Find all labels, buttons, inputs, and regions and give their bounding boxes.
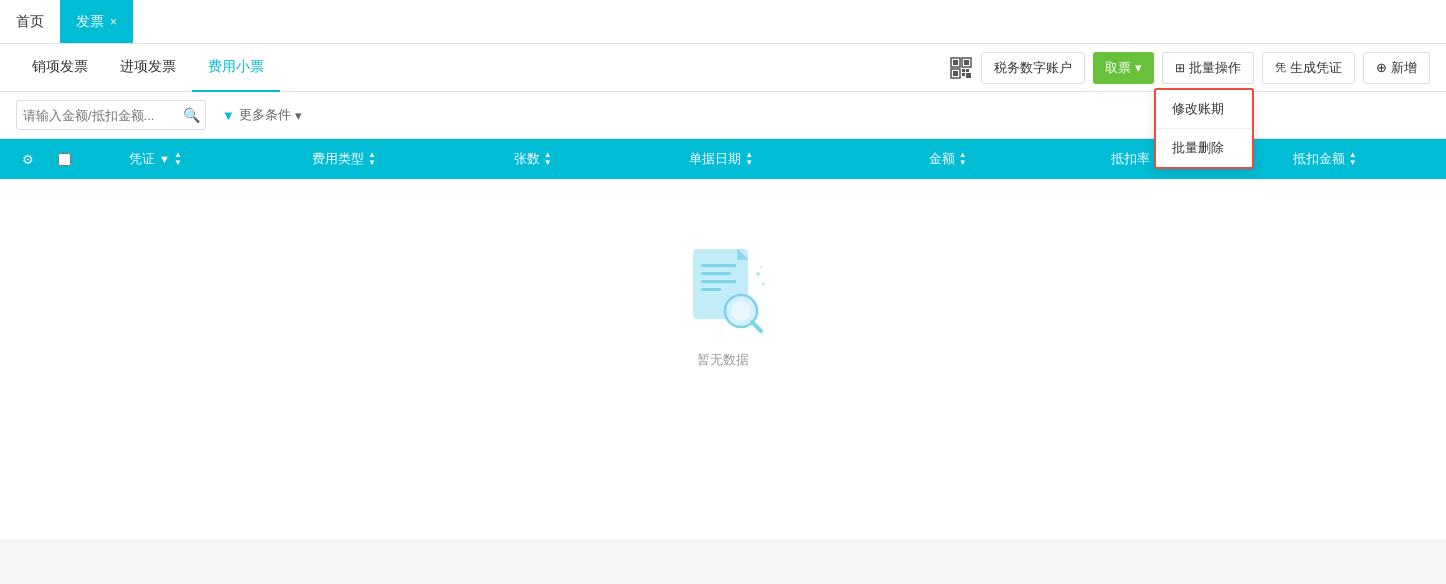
fetch-ticket-arrow-icon: ▾: [1135, 60, 1142, 75]
batch-op-button[interactable]: ⊞ 批量操作: [1162, 52, 1254, 84]
th-gear[interactable]: ⚙: [8, 152, 48, 167]
search-input[interactable]: [23, 108, 183, 123]
batch-op-icon: ⊞: [1175, 61, 1185, 75]
plus-icon: ⊕: [1376, 60, 1387, 75]
sort-voucher-icon[interactable]: ▲▼: [174, 151, 182, 167]
tax-account-button[interactable]: 税务数字账户: [981, 52, 1085, 84]
generate-voucher-button[interactable]: 凭 生成凭证: [1262, 52, 1355, 84]
sort-date-icon[interactable]: ▲▼: [745, 151, 753, 167]
qr-icon[interactable]: [949, 56, 973, 80]
svg-rect-11: [701, 264, 736, 267]
voucher-icon: 凭: [1275, 60, 1286, 75]
filter-arrow-icon: ▾: [295, 108, 302, 123]
th-expense-type: 费用类型 ▲▼: [231, 150, 457, 168]
svg-rect-9: [966, 73, 971, 78]
th-date: 单据日期 ▲▼: [608, 150, 834, 168]
sales-invoice-tab[interactable]: 销项发票: [16, 44, 104, 92]
top-nav: 首页 发票 ×: [0, 0, 1446, 44]
modify-period-item[interactable]: 修改账期: [1156, 90, 1252, 128]
expense-ticket-tab[interactable]: 费用小票: [192, 44, 280, 92]
content-area: ⚙ 凭证 ▼ ▲▼ 费用类型 ▲▼ 张数 ▲▼ 单据日期 ▲▼ 金额 ▲▼ 抵扣…: [0, 139, 1446, 539]
gear-icon[interactable]: ⚙: [22, 152, 34, 167]
svg-rect-13: [701, 280, 736, 283]
close-icon[interactable]: ×: [110, 15, 117, 29]
invoice-tab[interactable]: 发票 ×: [60, 0, 133, 43]
sub-nav-left: 销项发票 进项发票 费用小票: [16, 44, 280, 92]
svg-point-16: [731, 301, 751, 321]
search-icon[interactable]: 🔍: [183, 107, 200, 123]
th-checkbox[interactable]: [48, 153, 80, 166]
select-all-checkbox[interactable]: [58, 153, 71, 166]
sort-amount-icon[interactable]: ▲▼: [959, 151, 967, 167]
purchase-invoice-tab[interactable]: 进项发票: [104, 44, 192, 92]
svg-point-20: [760, 266, 762, 268]
filter-voucher-icon[interactable]: ▼: [159, 153, 170, 165]
svg-rect-5: [953, 71, 958, 76]
empty-text: 暂无数据: [697, 351, 749, 369]
sort-deduct-icon[interactable]: ▲▼: [1349, 151, 1357, 167]
sort-expense-icon[interactable]: ▲▼: [368, 151, 376, 167]
filter-icon: ▼: [222, 108, 235, 123]
search-box[interactable]: 🔍: [16, 100, 206, 130]
sub-nav-right: 税务数字账户 取票 ▾ ⊞ 批量操作 修改账期 批量删除 凭 生成凭: [949, 52, 1430, 84]
empty-state: 暂无数据: [0, 179, 1446, 409]
svg-rect-6: [962, 69, 965, 72]
th-count: 张数 ▲▼: [457, 150, 608, 168]
svg-rect-12: [701, 272, 731, 275]
svg-point-18: [756, 272, 760, 276]
fetch-ticket-button[interactable]: 取票 ▾: [1093, 52, 1154, 84]
add-new-button[interactable]: ⊕ 新增: [1363, 52, 1430, 84]
invoice-tab-label: 发票: [76, 13, 104, 31]
home-label: 首页: [16, 13, 44, 31]
th-voucher: 凭证 ▼ ▲▼: [80, 150, 231, 168]
batch-op-dropdown: 修改账期 批量删除: [1154, 88, 1254, 169]
home-tab[interactable]: 首页: [0, 0, 60, 43]
batch-delete-item[interactable]: 批量删除: [1156, 128, 1252, 167]
svg-rect-3: [964, 60, 969, 65]
sub-nav: 销项发票 进项发票 费用小票 税务数字账户: [0, 44, 1446, 92]
empty-illustration: [673, 239, 773, 339]
svg-point-19: [762, 283, 765, 286]
svg-rect-14: [701, 288, 721, 291]
sort-count-icon[interactable]: ▲▼: [544, 151, 552, 167]
th-amount: 金额 ▲▼: [834, 150, 1060, 168]
svg-rect-8: [962, 73, 965, 76]
batch-op-wrap: ⊞ 批量操作 修改账期 批量删除: [1162, 52, 1254, 84]
svg-rect-1: [953, 60, 958, 65]
svg-rect-7: [966, 69, 969, 72]
svg-line-17: [752, 322, 761, 331]
filter-button[interactable]: ▼ 更多条件 ▾: [214, 102, 310, 128]
